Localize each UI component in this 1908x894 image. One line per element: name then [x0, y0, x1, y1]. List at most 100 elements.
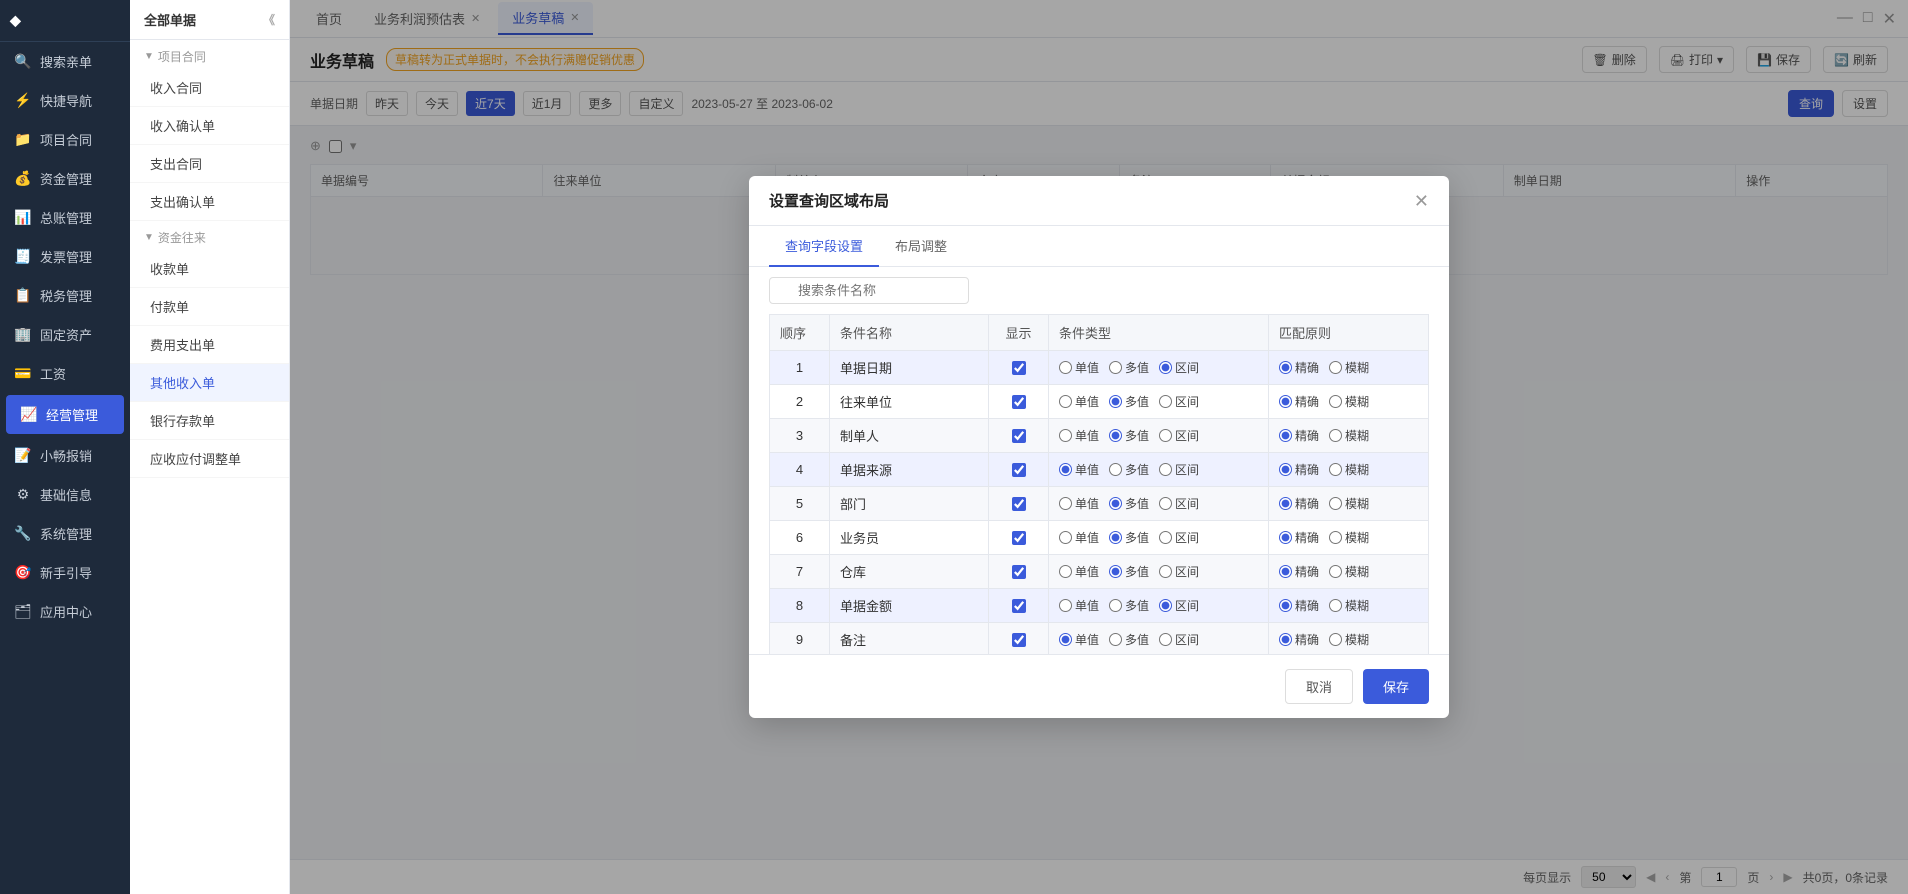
radio-input-type-多值[interactable] — [1109, 361, 1122, 374]
sidebar-item-expense-contract[interactable]: 支出合同 — [130, 145, 289, 183]
radio-input-match-模糊[interactable] — [1329, 531, 1342, 544]
radio-input-type-多值[interactable] — [1109, 395, 1122, 408]
sidebar-item-income-contract[interactable]: 收入合同 — [130, 69, 289, 107]
radio-input-match-模糊[interactable] — [1329, 463, 1342, 476]
radio-input-type-单值[interactable] — [1059, 565, 1072, 578]
modal-save-button[interactable]: 保存 — [1363, 669, 1429, 704]
row-show-checkbox[interactable] — [1012, 429, 1026, 443]
sidebar-item-tax[interactable]: 📋 税务管理 — [0, 276, 130, 315]
row-show-checkbox[interactable] — [1012, 463, 1026, 477]
radio-match-模糊[interactable]: 模糊 — [1329, 427, 1369, 444]
sidebar-item-finance[interactable]: 💰 资金管理 — [0, 159, 130, 198]
radio-type-区间[interactable]: 区间 — [1159, 563, 1199, 580]
radio-match-模糊[interactable]: 模糊 — [1329, 495, 1369, 512]
radio-input-match-模糊[interactable] — [1329, 633, 1342, 646]
sidebar-item-expense[interactable]: 📝 小畅报销 — [0, 436, 130, 475]
radio-input-type-单值[interactable] — [1059, 429, 1072, 442]
radio-type-单值[interactable]: 单值 — [1059, 359, 1099, 376]
radio-type-单值[interactable]: 单值 — [1059, 461, 1099, 478]
radio-type-单值[interactable]: 单值 — [1059, 597, 1099, 614]
row-show-checkbox[interactable] — [1012, 599, 1026, 613]
radio-input-type-区间[interactable] — [1159, 497, 1172, 510]
radio-match-精确[interactable]: 精确 — [1279, 597, 1319, 614]
modal-search-input[interactable] — [769, 277, 969, 304]
row-show-checkbox[interactable] — [1012, 531, 1026, 545]
sidebar-item-basic[interactable]: ⚙ 基础信息 — [0, 475, 130, 514]
radio-match-模糊[interactable]: 模糊 — [1329, 359, 1369, 376]
radio-type-区间[interactable]: 区间 — [1159, 495, 1199, 512]
radio-input-match-模糊[interactable] — [1329, 395, 1342, 408]
radio-type-多值[interactable]: 多值 — [1109, 461, 1149, 478]
sidebar-item-payment[interactable]: 付款单 — [130, 288, 289, 326]
radio-input-type-区间[interactable] — [1159, 565, 1172, 578]
radio-match-精确[interactable]: 精确 — [1279, 359, 1319, 376]
sidebar-item-income-confirm[interactable]: 收入确认单 — [130, 107, 289, 145]
sidebar-item-receipt[interactable]: 收款单 — [130, 250, 289, 288]
radio-match-精确[interactable]: 精确 — [1279, 393, 1319, 410]
radio-match-精确[interactable]: 精确 — [1279, 563, 1319, 580]
radio-input-match-精确[interactable] — [1279, 565, 1292, 578]
radio-input-match-模糊[interactable] — [1329, 361, 1342, 374]
radio-input-type-多值[interactable] — [1109, 429, 1122, 442]
row-show-checkbox[interactable] — [1012, 497, 1026, 511]
modal-tab-layout[interactable]: 布局调整 — [879, 226, 963, 267]
radio-input-type-单值[interactable] — [1059, 361, 1072, 374]
radio-match-模糊[interactable]: 模糊 — [1329, 563, 1369, 580]
radio-type-单值[interactable]: 单值 — [1059, 631, 1099, 648]
radio-type-区间[interactable]: 区间 — [1159, 393, 1199, 410]
radio-type-区间[interactable]: 区间 — [1159, 461, 1199, 478]
radio-match-精确[interactable]: 精确 — [1279, 495, 1319, 512]
row-show-checkbox[interactable] — [1012, 633, 1026, 647]
radio-input-type-区间[interactable] — [1159, 531, 1172, 544]
radio-type-多值[interactable]: 多值 — [1109, 495, 1149, 512]
sidebar-item-ledger[interactable]: 📊 总账管理 — [0, 198, 130, 237]
radio-type-多值[interactable]: 多值 — [1109, 427, 1149, 444]
sidebar-item-project[interactable]: 📁 项目合同 — [0, 120, 130, 159]
radio-input-match-精确[interactable] — [1279, 463, 1292, 476]
radio-type-多值[interactable]: 多值 — [1109, 631, 1149, 648]
radio-input-type-区间[interactable] — [1159, 599, 1172, 612]
radio-input-type-多值[interactable] — [1109, 599, 1122, 612]
radio-input-type-单值[interactable] — [1059, 633, 1072, 646]
radio-input-type-多值[interactable] — [1109, 531, 1122, 544]
sidebar-group-capital[interactable]: ▼ 资金往来 — [130, 221, 289, 250]
radio-match-精确[interactable]: 精确 — [1279, 461, 1319, 478]
sidebar-item-ops[interactable]: 📈 经营管理 — [6, 395, 124, 434]
radio-match-模糊[interactable]: 模糊 — [1329, 393, 1369, 410]
sidebar-item-sysadmin[interactable]: 🔧 系统管理 — [0, 514, 130, 553]
sidebar-item-invoice[interactable]: 🧾 发票管理 — [0, 237, 130, 276]
sidebar-item-appstore[interactable]: 🗂 应用中心 — [0, 592, 130, 631]
radio-type-单值[interactable]: 单值 — [1059, 427, 1099, 444]
sidebar-item-quicknav[interactable]: ⚡ 快捷导航 — [0, 81, 130, 120]
sidebar-item-expense-confirm[interactable]: 支出确认单 — [130, 183, 289, 221]
radio-input-match-精确[interactable] — [1279, 395, 1292, 408]
modal-tab-query[interactable]: 查询字段设置 — [769, 226, 879, 267]
radio-input-match-模糊[interactable] — [1329, 429, 1342, 442]
sidebar-item-newguide[interactable]: 🎯 新手引导 — [0, 553, 130, 592]
modal-close-button[interactable]: ✕ — [1414, 192, 1429, 210]
radio-input-type-单值[interactable] — [1059, 463, 1072, 476]
radio-type-区间[interactable]: 区间 — [1159, 597, 1199, 614]
radio-input-match-模糊[interactable] — [1329, 497, 1342, 510]
radio-input-type-区间[interactable] — [1159, 633, 1172, 646]
radio-type-单值[interactable]: 单值 — [1059, 529, 1099, 546]
sidebar-item-search[interactable]: 🔍 搜索亲单 — [0, 42, 130, 81]
row-show-checkbox[interactable] — [1012, 361, 1026, 375]
radio-input-match-精确[interactable] — [1279, 497, 1292, 510]
radio-input-type-多值[interactable] — [1109, 565, 1122, 578]
radio-input-type-区间[interactable] — [1159, 395, 1172, 408]
radio-input-type-单值[interactable] — [1059, 531, 1072, 544]
radio-input-match-精确[interactable] — [1279, 531, 1292, 544]
sidebar-item-expense-bill[interactable]: 费用支出单 — [130, 326, 289, 364]
radio-type-区间[interactable]: 区间 — [1159, 631, 1199, 648]
radio-type-区间[interactable]: 区间 — [1159, 359, 1199, 376]
radio-type-区间[interactable]: 区间 — [1159, 529, 1199, 546]
radio-type-多值[interactable]: 多值 — [1109, 529, 1149, 546]
sidebar-item-other-income[interactable]: 其他收入单 — [130, 364, 289, 402]
sidebar-group-project[interactable]: ▼ 项目合同 — [130, 40, 289, 69]
sidebar-item-salary[interactable]: 💳 工资 — [0, 354, 130, 393]
radio-match-精确[interactable]: 精确 — [1279, 631, 1319, 648]
radio-type-单值[interactable]: 单值 — [1059, 495, 1099, 512]
radio-input-type-单值[interactable] — [1059, 599, 1072, 612]
sidebar-item-bank[interactable]: 银行存款单 — [130, 402, 289, 440]
